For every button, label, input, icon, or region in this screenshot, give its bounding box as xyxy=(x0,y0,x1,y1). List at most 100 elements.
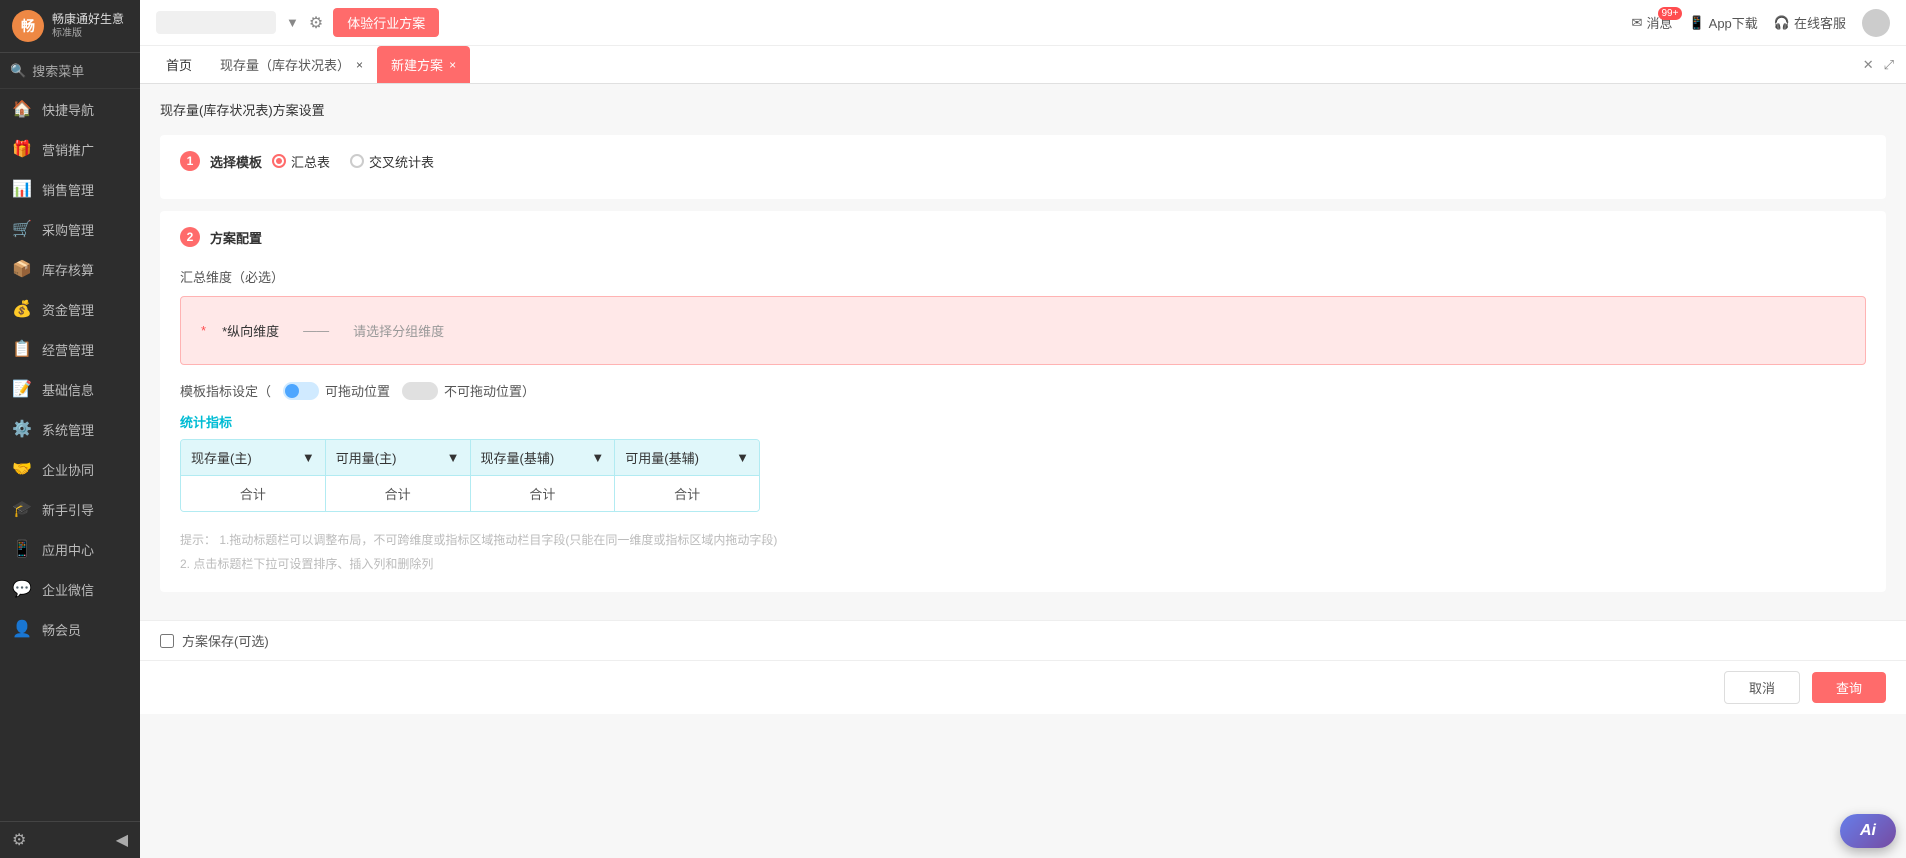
chevron-down-icon-2: ▼ xyxy=(591,450,604,465)
stats-col-1: 可用量(主) ▼ 合计 xyxy=(326,440,471,511)
save-row: 方案保存(可选) xyxy=(140,620,1906,660)
hint-2: 2. 点击标题栏下拉可设置排序、插入列和删除列 xyxy=(180,552,1866,576)
config-section: 汇总维度（必选） * *纵向维度 —— 请选择分组维度 模板指标设定（ 可拖动位… xyxy=(180,259,1866,576)
stats-col-header-1[interactable]: 可用量(主) ▼ xyxy=(326,440,470,476)
chart-icon: 📊 xyxy=(12,179,32,199)
stats-col-header-2[interactable]: 现存量(基辅) ▼ xyxy=(471,440,615,476)
topbar-search-input[interactable] xyxy=(156,11,276,34)
stats-col-2: 现存量(基辅) ▼ 合计 xyxy=(471,440,616,511)
radio-cross[interactable]: 交叉统计表 xyxy=(350,152,434,171)
clipboard-icon: 📋 xyxy=(12,339,32,359)
member-icon: 👤 xyxy=(12,619,32,639)
step2-header: 2 方案配置 xyxy=(180,227,1866,247)
phone-icon: 📱 xyxy=(1688,15,1704,31)
tab-inventory[interactable]: 现存量（库存状况表） × xyxy=(206,46,377,83)
stats-label: 统计指标 xyxy=(180,412,1866,431)
sidebar-item-finance[interactable]: 💰 资金管理 xyxy=(0,289,140,329)
dimension-dash: —— xyxy=(303,323,329,338)
sidebar-item-app-center[interactable]: 📱 应用中心 xyxy=(0,529,140,569)
expand-icon[interactable]: ⤢ xyxy=(1884,57,1894,73)
dimension-box[interactable]: * *纵向维度 —— 请选择分组维度 xyxy=(180,296,1866,365)
hints-section: 提示： 1.拖动标题栏可以调整布局，不可跨维度或指标区域拖动栏目字段(只能在同一… xyxy=(180,528,1866,576)
home-icon: 🏠 xyxy=(12,99,32,119)
search-icon: 🔍 xyxy=(10,63,26,79)
stats-col-body-0: 合计 xyxy=(181,476,325,511)
step1-badge: 1 xyxy=(180,151,200,171)
content-inner: 现存量(库存状况表)方案设置 1 选择模板 汇总表 交叉统计表 xyxy=(140,84,1906,620)
app-download-button[interactable]: 📱 App下载 xyxy=(1688,13,1757,32)
sidebar-item-purchase[interactable]: 🛒 采购管理 xyxy=(0,209,140,249)
tab-home[interactable]: 首页 xyxy=(152,46,206,83)
undraggable-toggle xyxy=(402,382,438,400)
tabs-bar: 首页 现存量（库存状况表） × 新建方案 × ✕ ⤢ xyxy=(140,46,1906,84)
sidebar-search[interactable]: 🔍 搜索菜单 xyxy=(0,53,140,89)
draggable-toggle[interactable] xyxy=(283,382,319,400)
guide-icon: 🎓 xyxy=(12,499,32,519)
content-area: 现存量(库存状况表)方案设置 1 选择模板 汇总表 交叉统计表 xyxy=(140,84,1906,858)
hint-1: 提示： 1.拖动标题栏可以调整布局，不可跨维度或指标区域拖动栏目字段(只能在同一… xyxy=(180,528,1866,552)
money-icon: 💰 xyxy=(12,299,32,319)
box-icon: 📦 xyxy=(12,259,32,279)
cart-icon: 🛒 xyxy=(12,219,32,239)
sidebar-item-operations[interactable]: 📋 经营管理 xyxy=(0,329,140,369)
logo-icon: 畅 xyxy=(12,10,44,42)
sidebar-item-inventory[interactable]: 📦 库存核算 xyxy=(0,249,140,289)
online-service-button[interactable]: 🎧 在线客服 xyxy=(1774,13,1846,32)
stats-table-header: 现存量(主) ▼ 合计 可用量(主) ▼ 合计 xyxy=(181,440,759,511)
indicator-label: 模板指标设定（ xyxy=(180,381,271,400)
chevron-down-icon-3: ▼ xyxy=(736,450,749,465)
radio-dot-summary xyxy=(272,154,286,168)
logo-text: 畅康通好生意 标准版 xyxy=(52,11,124,42)
cancel-button[interactable]: 取消 xyxy=(1724,671,1800,704)
chevron-down-icon[interactable]: ▼ xyxy=(286,15,299,30)
step2-section: 2 方案配置 汇总维度（必选） * *纵向维度 —— 请选择分组维度 模板指标设… xyxy=(160,211,1886,592)
sidebar-footer: ⚙ ◀ xyxy=(0,821,140,858)
page-title: 现存量(库存状况表)方案设置 xyxy=(160,100,1886,119)
tab-new-plan-close[interactable]: × xyxy=(449,58,456,72)
radio-summary[interactable]: 汇总表 xyxy=(272,152,330,171)
sidebar-item-sales[interactable]: 📊 销售管理 xyxy=(0,169,140,209)
sidebar-nav: 🏠 快捷导航 🎁 营销推广 📊 销售管理 🛒 采购管理 📦 库存核算 💰 资金管… xyxy=(0,89,140,821)
stats-col-header-3[interactable]: 可用量(基辅) ▼ xyxy=(615,440,759,476)
sidebar-item-quick-nav[interactable]: 🏠 快捷导航 xyxy=(0,89,140,129)
radio-dot-cross xyxy=(350,154,364,168)
collapse-icon[interactable]: ◀ xyxy=(116,830,128,850)
sidebar-item-enterprise[interactable]: 🤝 企业协同 xyxy=(0,449,140,489)
save-label: 方案保存(可选) xyxy=(182,631,269,650)
stats-col-header-0[interactable]: 现存量(主) ▼ xyxy=(181,440,325,476)
dimension-label: 汇总维度（必选） xyxy=(180,267,1866,286)
dimension-required-star: * xyxy=(201,323,206,338)
ai-widget[interactable]: Ai xyxy=(1840,814,1896,848)
topbar: ▼ ⚙ 体验行业方案 ✉ 消息 99+ 📱 App下载 🎧 在线客服 xyxy=(140,0,1906,46)
main-area: ▼ ⚙ 体验行业方案 ✉ 消息 99+ 📱 App下载 🎧 在线客服 首页 xyxy=(140,0,1906,858)
sidebar-item-basic-info[interactable]: 📝 基础信息 xyxy=(0,369,140,409)
sidebar-item-wechat[interactable]: 💬 企业微信 xyxy=(0,569,140,609)
query-button[interactable]: 查询 xyxy=(1812,672,1886,703)
toggle-draggable[interactable]: 可拖动位置 xyxy=(283,381,390,400)
settings-footer-icon[interactable]: ⚙ xyxy=(12,830,26,850)
stats-col-body-3: 合计 xyxy=(615,476,759,511)
tab-inventory-close[interactable]: × xyxy=(356,58,363,72)
trial-button[interactable]: 体验行业方案 xyxy=(333,8,439,37)
gear-icon[interactable]: ⚙ xyxy=(309,13,323,33)
sidebar-logo: 畅 畅康通好生意 标准版 xyxy=(0,0,140,53)
sidebar: 畅 畅康通好生意 标准版 🔍 搜索菜单 🏠 快捷导航 🎁 营销推广 📊 销售管理… xyxy=(0,0,140,858)
close-window-icon[interactable]: ✕ xyxy=(1863,57,1874,73)
user-avatar[interactable] xyxy=(1862,9,1890,37)
sidebar-item-newbie[interactable]: 🎓 新手引导 xyxy=(0,489,140,529)
dimension-vertical-label: *纵向维度 xyxy=(222,321,279,340)
tab-new-plan[interactable]: 新建方案 × xyxy=(377,46,470,83)
stats-col-body-2: 合计 xyxy=(471,476,615,511)
sidebar-item-member[interactable]: 👤 畅会员 xyxy=(0,609,140,649)
topbar-right: ✉ 消息 99+ 📱 App下载 🎧 在线客服 xyxy=(1632,9,1890,37)
draggable-label: 可拖动位置 xyxy=(325,381,390,400)
indicator-setting: 模板指标设定（ 可拖动位置 不可拖动位置） xyxy=(180,381,1866,400)
messages-button[interactable]: ✉ 消息 99+ xyxy=(1632,13,1673,32)
step1-title: 选择模板 xyxy=(210,152,262,171)
headset-icon: 🎧 xyxy=(1774,15,1790,31)
save-checkbox[interactable] xyxy=(160,634,174,648)
sidebar-item-marketing[interactable]: 🎁 营销推广 xyxy=(0,129,140,169)
info-icon: 📝 xyxy=(12,379,32,399)
sidebar-item-system[interactable]: ⚙️ 系统管理 xyxy=(0,409,140,449)
template-radio-group: 汇总表 交叉统计表 xyxy=(272,152,434,171)
